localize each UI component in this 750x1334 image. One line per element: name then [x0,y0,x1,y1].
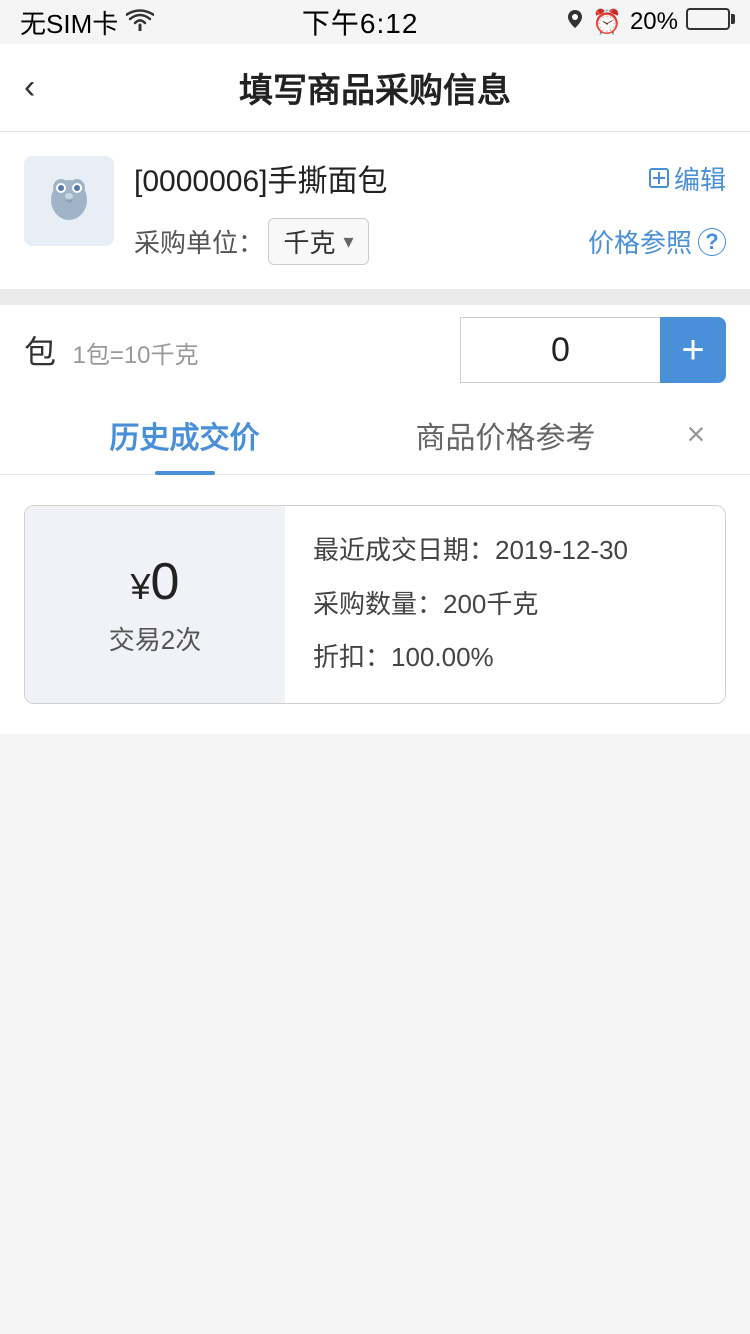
price-detail-date: 最近成交日期：2019-12-30 [313,530,697,572]
price-card-right: 最近成交日期：2019-12-30 采购数量：200千克 折扣：100.00% [285,506,725,703]
product-info: [0000006]手撕面包 编辑 采购单位： 千克 ▾ [134,156,726,265]
page-title: 填写商品采购信息 [239,63,511,112]
quantity-input[interactable]: 0 [460,317,660,383]
divider-bar [0,289,750,305]
carrier-text: 无SIM卡 [20,4,118,41]
location-icon [566,8,584,37]
unit-value: 千克 [283,223,335,260]
discount-value: 100.00% [391,642,494,672]
price-ref-help-icon: ? [698,228,726,256]
unit-label: 采购单位： [134,228,264,258]
main-content [0,734,750,1334]
product-name-row: [0000006]手撕面包 编辑 [134,156,726,200]
price-trade-count: 交易2次 [109,620,201,657]
product-unit-row: 采购单位： 千克 ▾ 价格参照 ? [134,218,726,265]
unit-label-group: 采购单位： 千克 ▾ [134,218,369,265]
quantity-unit-label: 包 [24,334,56,370]
edit-link[interactable]: 编辑 [648,160,726,197]
alarm-icon: ⏰ [592,8,622,37]
nav-bar: ‹ 填写商品采购信息 [0,44,750,132]
price-detail-discount: 折扣：100.00% [313,637,697,679]
unit-select[interactable]: 千克 ▾ [268,218,368,265]
quantity-sub-label: 1包=10千克 [72,342,198,369]
quantity-controls: 0 + [460,317,726,383]
recent-date-label: 最近成交日期： [313,535,495,565]
tabs-section: 历史成交价 商品价格参考 × ¥0 交易2次 最近成交日期：2019-12-30… [0,395,750,1334]
price-ref-label: 价格参照 [588,223,692,260]
wifi-icon [126,7,154,38]
status-time: 下午6:12 [302,2,419,42]
product-card: [0000006]手撕面包 编辑 采购单位： 千克 ▾ [0,132,750,289]
product-thumbnail-icon [39,166,99,237]
recent-date-value: 2019-12-30 [495,535,628,565]
unit-dropdown-arrow-icon: ▾ [343,229,353,254]
purchase-qty-value: 200千克 [443,589,538,619]
status-left: 无SIM卡 [20,4,154,41]
status-bar: 无SIM卡 下午6:12 ⏰ 20% [0,0,750,44]
status-right: ⏰ 20% [566,8,730,37]
price-currency: ¥ [131,566,151,607]
plus-icon: + [681,330,704,370]
quantity-row: 包 1包=10千克 0 + [0,305,750,395]
product-image [24,156,114,246]
tab-price-ref[interactable]: 商品价格参考 [345,395,666,475]
price-card-left: ¥0 交易2次 [25,506,285,703]
price-value: ¥0 [131,552,180,612]
tab-close-button[interactable]: × [666,405,726,465]
product-name: [0000006]手撕面包 [134,156,387,200]
tabs-header: 历史成交价 商品价格参考 × [0,395,750,475]
battery-icon [686,8,730,37]
price-card: ¥0 交易2次 最近成交日期：2019-12-30 采购数量：200千克 折扣：… [24,505,726,704]
price-ref-link[interactable]: 价格参照 ? [588,223,726,260]
product-top-row: [0000006]手撕面包 编辑 采购单位： 千克 ▾ [24,156,726,265]
price-amount: 0 [151,553,180,611]
back-button[interactable]: ‹ [24,68,35,107]
purchase-qty-label: 采购数量： [313,589,443,619]
quantity-plus-button[interactable]: + [660,317,726,383]
quantity-label-group: 包 1包=10千克 [24,327,199,373]
tab-history-price[interactable]: 历史成交价 [24,395,345,475]
battery-text: 20% [630,8,678,36]
discount-label: 折扣： [313,642,391,672]
price-detail-qty: 采购数量：200千克 [313,584,697,626]
